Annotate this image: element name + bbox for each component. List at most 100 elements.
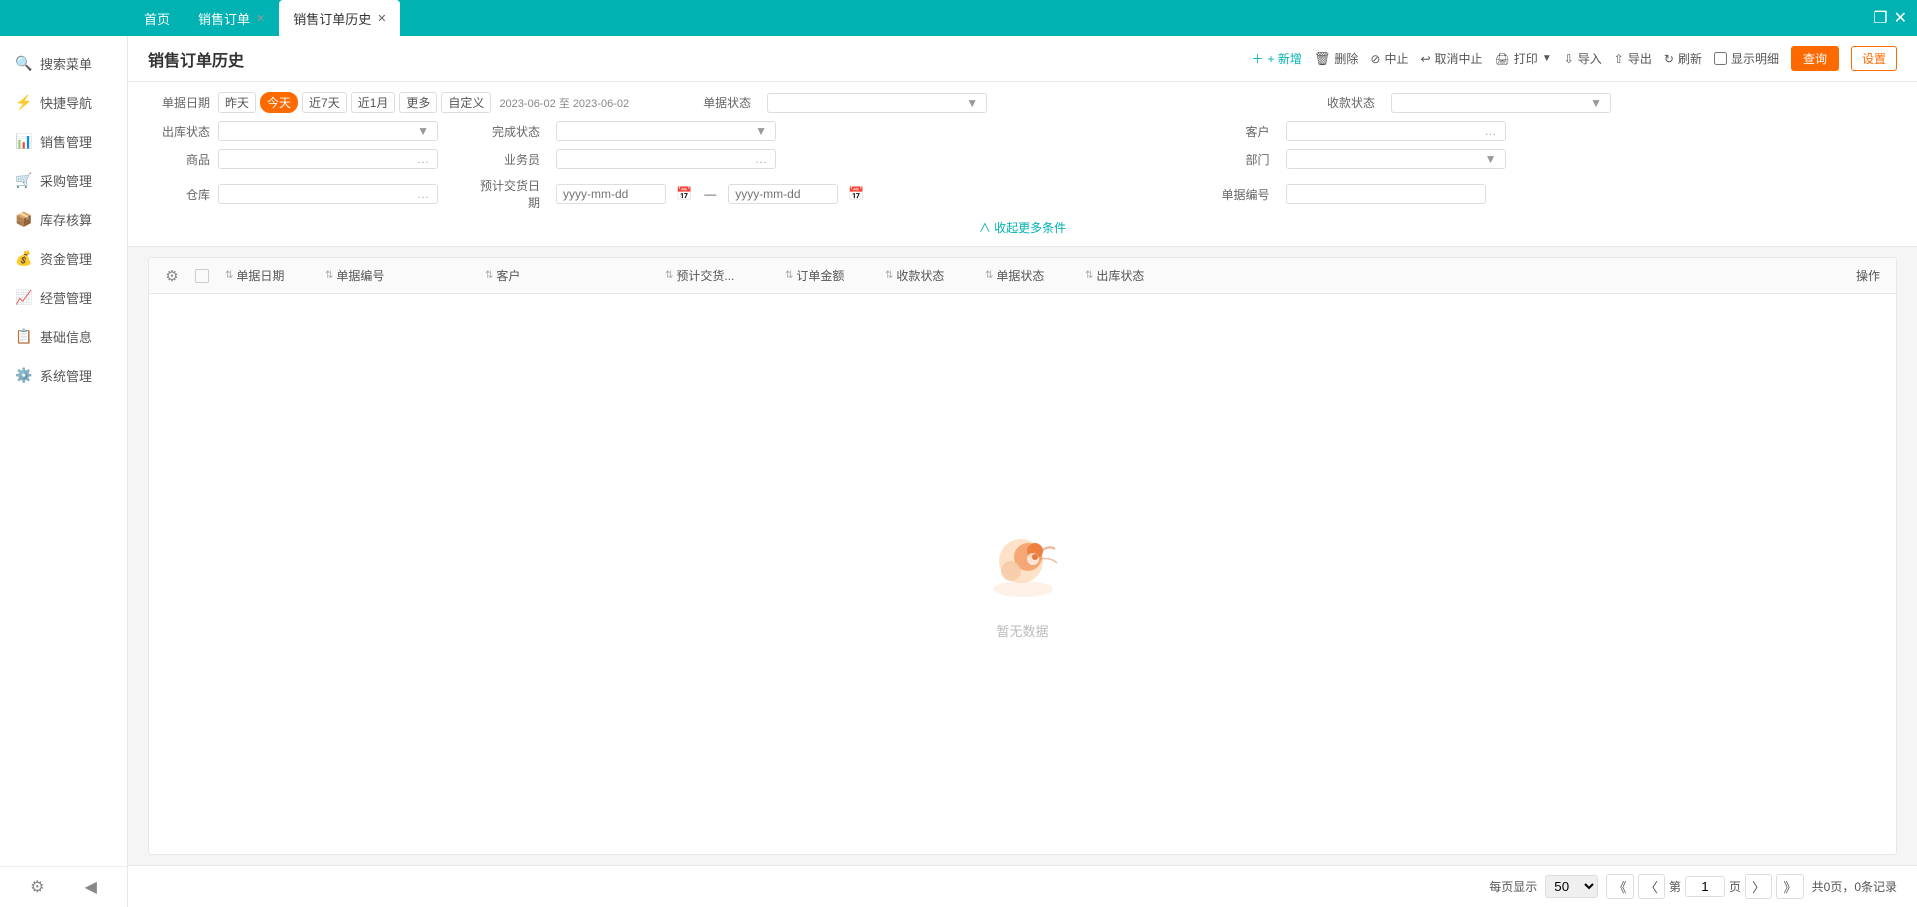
th-action: 操作 <box>1177 267 1888 284</box>
delivery-date-start-input[interactable] <box>556 184 666 204</box>
first-page-button[interactable]: 《 <box>1606 874 1633 899</box>
empty-illustration <box>973 509 1073 609</box>
content-area: 销售订单历史 ＋ + 新增 🗑 删除 ⊘ 中止 ↩ 取消中止 <box>128 36 1917 907</box>
th-settings[interactable]: ⚙ <box>157 267 187 285</box>
tab-sales-order-history[interactable]: 销售订单历史 ✕ <box>279 0 400 36</box>
date-range: 2023-06-02 至 2023-06-02 <box>499 95 629 111</box>
warehouse-dots-icon: … <box>417 187 429 201</box>
sidebar-item-quick-nav[interactable]: ⚡ 快捷导航 <box>0 83 127 122</box>
order-status-arrow-icon: ▼ <box>966 96 978 110</box>
print-button[interactable]: 🖨 打印 ▼ <box>1495 50 1552 67</box>
filter-row-3: 商品 … 业务员 … 部门 ▼ <box>148 149 1897 169</box>
tab-home[interactable]: 首页 <box>130 0 184 36</box>
date-btn-custom[interactable]: 自定义 <box>441 92 491 113</box>
refresh-icon: ↻ <box>1664 52 1674 66</box>
th-checkbox[interactable] <box>187 269 217 283</box>
last-page-button[interactable]: 》 <box>1776 874 1803 899</box>
th-outbound-status[interactable]: ⇅ 出库状态 <box>1077 267 1177 284</box>
cancel-stop-button[interactable]: ↩ 取消中止 <box>1420 50 1482 67</box>
sidebar-item-search-menu[interactable]: 🔍 搜索菜单 <box>0 44 127 83</box>
search-menu-icon: 🔍 <box>16 56 32 72</box>
page-header: 销售订单历史 ＋ + 新增 🗑 删除 ⊘ 中止 ↩ 取消中止 <box>128 36 1917 82</box>
payment-status-select[interactable]: ▼ <box>1391 93 1611 113</box>
page-number-input[interactable] <box>1685 876 1725 897</box>
tab-close-sales-order[interactable]: ✕ <box>256 12 265 25</box>
display-detail-toggle[interactable]: 显示明细 <box>1714 50 1779 67</box>
date-btn-last1m[interactable]: 近1月 <box>351 92 396 113</box>
footer: 每页显示 50 10 20 100 《 〈 第 页 〉 》 共0页，0条记录 <box>128 865 1917 907</box>
delivery-date-start-calendar-icon[interactable]: 📅 <box>676 186 692 202</box>
date-btn-more[interactable]: 更多 <box>399 92 437 113</box>
main-layout: 🔍 搜索菜单 ⚡ 快捷导航 📊 销售管理 🛒 采购管理 📦 库存核算 💰 <box>0 36 1917 907</box>
total-records-label: 共0页，0条记录 <box>1812 878 1897 895</box>
outbound-status-arrow-icon: ▼ <box>417 124 429 138</box>
export-button[interactable]: ⇧ 导出 <box>1614 50 1652 67</box>
search-button[interactable]: 查询 <box>1791 46 1839 71</box>
sidebar-item-system[interactable]: ⚙️ 系统管理 <box>0 356 127 395</box>
warehouse-select[interactable]: … <box>218 184 438 204</box>
sidebar-item-purchase-mgmt[interactable]: 🛒 采购管理 <box>0 161 127 200</box>
sidebar-item-operations[interactable]: 📈 经营管理 <box>0 278 127 317</box>
page-label-prefix: 第 <box>1669 878 1681 895</box>
sidebar-item-finance[interactable]: 💰 资金管理 <box>0 239 127 278</box>
delivery-date-end-input[interactable] <box>728 184 838 204</box>
sidebar-item-sales-mgmt[interactable]: 📊 销售管理 <box>0 122 127 161</box>
settings-button[interactable]: 设置 <box>1851 46 1897 71</box>
sidebar-item-base-info[interactable]: 📋 基础信息 <box>0 317 127 356</box>
per-page-select[interactable]: 50 10 20 100 <box>1545 875 1598 898</box>
stop-button[interactable]: ⊘ 中止 <box>1370 50 1408 67</box>
window-close-icon[interactable]: ✕ <box>1894 8 1907 28</box>
goods-label: 商品 <box>148 151 218 168</box>
th-payment-sort-icon: ⇅ <box>885 270 893 281</box>
th-order-status[interactable]: ⇅ 单据状态 <box>977 267 1077 284</box>
dept-label: 部门 <box>1208 151 1278 168</box>
order-status-label: 单据状态 <box>689 94 759 111</box>
date-btn-yesterday[interactable]: 昨天 <box>218 92 256 113</box>
goods-select[interactable]: … <box>218 149 438 169</box>
top-bar: 首页 销售订单 ✕ 销售订单历史 ✕ ❐ ✕ <box>0 0 1917 36</box>
window-restore-icon[interactable]: ❐ <box>1873 8 1887 28</box>
prev-page-button[interactable]: 〈 <box>1638 874 1665 899</box>
th-date[interactable]: ⇅ 单据日期 <box>217 267 317 284</box>
settings-gear-icon[interactable]: ⚙ <box>165 267 178 285</box>
sidebar-collapse-icon[interactable]: ◀ <box>85 877 97 897</box>
display-detail-checkbox[interactable] <box>1714 52 1727 65</box>
sidebar-item-inventory[interactable]: 📦 库存核算 <box>0 200 127 239</box>
customer-select[interactable]: … <box>1286 121 1506 141</box>
dept-select[interactable]: ▼ <box>1286 149 1506 169</box>
th-no[interactable]: ⇅ 单据编号 <box>317 267 477 284</box>
date-btn-last7[interactable]: 近7天 <box>302 92 347 113</box>
order-status-select[interactable]: ▼ <box>767 93 987 113</box>
th-customer-sort-icon: ⇅ <box>485 270 493 281</box>
outbound-status-select[interactable]: ▼ <box>218 121 438 141</box>
complete-status-select[interactable]: ▼ <box>556 121 776 141</box>
salesperson-select[interactable]: … <box>556 149 776 169</box>
th-payment-status[interactable]: ⇅ 收款状态 <box>877 267 977 284</box>
import-button[interactable]: ⇩ 导入 <box>1564 50 1602 67</box>
quick-nav-icon: ⚡ <box>16 95 32 111</box>
date-filter-btns: 昨天 今天 近7天 近1月 更多 自定义 2023-06-02 至 2023-0… <box>218 92 629 113</box>
th-customer[interactable]: ⇅ 客户 <box>477 267 657 284</box>
refresh-button[interactable]: ↻ 刷新 <box>1664 50 1702 67</box>
delete-button[interactable]: 🗑 删除 <box>1314 50 1359 67</box>
page-navigation: 《 〈 第 页 〉 》 <box>1606 874 1803 899</box>
delivery-date-end-calendar-icon[interactable]: 📅 <box>848 186 864 202</box>
sidebar-settings-icon[interactable]: ⚙ <box>30 877 44 897</box>
payment-status-label: 收款状态 <box>1313 94 1383 111</box>
th-delivery[interactable]: ⇅ 预计交货... <box>657 267 777 284</box>
order-no-input[interactable] <box>1286 184 1486 204</box>
goods-dots-icon: … <box>417 152 429 166</box>
base-info-icon: 📋 <box>16 329 32 345</box>
collapse-button[interactable]: ∧ 收起更多条件 <box>148 219 1897 236</box>
add-button[interactable]: ＋ + 新增 <box>1252 50 1302 67</box>
th-amount[interactable]: ⇅ 订单金额 <box>777 267 877 284</box>
delete-icon: 🗑 <box>1314 51 1331 67</box>
tab-sales-order[interactable]: 销售订单 ✕ <box>184 0 279 36</box>
customer-dots-icon: … <box>1485 124 1497 138</box>
warehouse-label: 仓库 <box>148 186 218 203</box>
date-btn-today[interactable]: 今天 <box>260 92 298 113</box>
select-all-checkbox[interactable] <box>195 269 209 283</box>
delivery-date-label: 预计交货日期 <box>478 177 548 211</box>
tab-close-history[interactable]: ✕ <box>377 12 386 25</box>
next-page-button[interactable]: 〉 <box>1745 874 1772 899</box>
